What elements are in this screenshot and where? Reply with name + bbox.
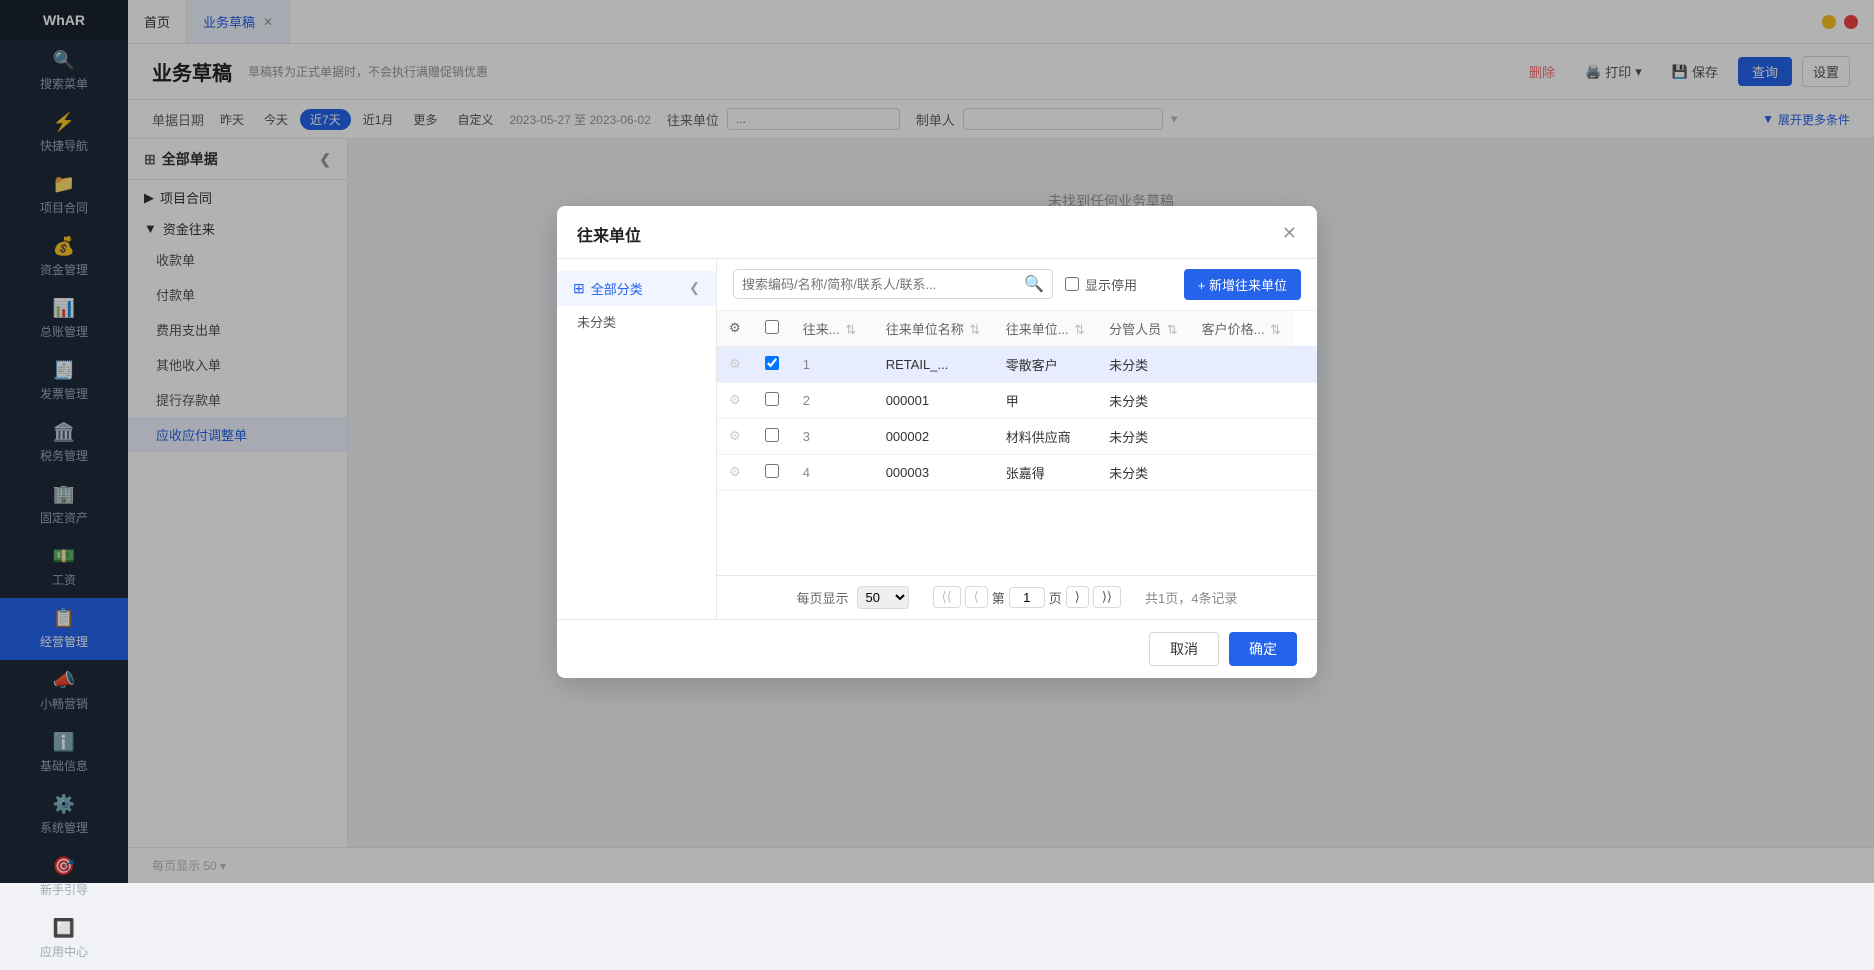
row-checkbox[interactable] <box>765 428 779 442</box>
search-icon: 🔍 <box>1024 274 1044 294</box>
row-price-cell <box>1293 418 1317 454</box>
confirm-button[interactable]: 确定 <box>1229 632 1297 666</box>
row-person-cell <box>1190 454 1293 490</box>
row-no-cell: 3 <box>791 418 874 454</box>
row-category-cell: 未分类 <box>1097 382 1190 418</box>
cancel-button[interactable]: 取消 <box>1149 632 1219 666</box>
row-name-cell: 零散客户 <box>994 346 1097 382</box>
row-check-cell[interactable] <box>753 382 791 418</box>
row-check-cell[interactable] <box>753 418 791 454</box>
row-category-cell: 未分类 <box>1097 454 1190 490</box>
table-row[interactable]: ⚙ 4 000003 张嘉得 未分类 <box>717 454 1317 490</box>
sort-icon-code: ⇅ <box>845 322 856 337</box>
page-suffix: 页 <box>1049 588 1062 607</box>
row-category-cell: 未分类 <box>1097 346 1190 382</box>
row-name-cell: 甲 <box>994 382 1097 418</box>
row-price-cell <box>1293 346 1317 382</box>
row-no-cell: 4 <box>791 454 874 490</box>
new-party-button[interactable]: + 新增往来单位 <box>1184 269 1301 300</box>
row-name-cell: 张嘉得 <box>994 454 1097 490</box>
table-row[interactable]: ⚙ 2 000001 甲 未分类 <box>717 382 1317 418</box>
row-gear-cell: ⚙ <box>717 346 753 382</box>
grid-tree-icon: ⊞ <box>573 280 585 297</box>
row-gear-cell: ⚙ <box>717 418 753 454</box>
row-gear-cell: ⚙ <box>717 454 753 490</box>
col-name-header[interactable]: 往来单位名称 ⇅ <box>874 311 994 347</box>
select-all-checkbox[interactable] <box>765 320 779 334</box>
col-price-header[interactable]: 客户价格... ⇅ <box>1190 311 1293 347</box>
row-person-cell <box>1190 346 1293 382</box>
dialog-search-box[interactable]: 🔍 <box>733 269 1053 299</box>
row-checkbox[interactable] <box>765 356 779 370</box>
table-row[interactable]: ⚙ 1 RETAIL_... 零散客户 未分类 <box>717 346 1317 382</box>
page-last-button[interactable]: ⟩⟩ <box>1093 586 1121 608</box>
row-person-cell <box>1190 382 1293 418</box>
dialog-close-button[interactable]: ✕ <box>1282 223 1297 244</box>
dialog-data-table: ⚙ 往来... ⇅ 往来单位名称 ⇅ <box>717 311 1317 575</box>
sort-icon-name: ⇅ <box>969 322 980 337</box>
dialog-title: 往来单位 <box>577 222 641 246</box>
dialog-tree: ⊞ 全部分类 ❮ 未分类 <box>557 259 717 619</box>
row-code-cell: 000002 <box>874 418 994 454</box>
dialog-overlay: 往来单位 ✕ ⊞ 全部分类 ❮ 未分类 <box>0 0 1874 883</box>
show-disabled-checkbox-group: 显示停用 <box>1065 275 1137 294</box>
page-first-button[interactable]: ⟨⟨ <box>933 586 961 608</box>
show-disabled-checkbox[interactable] <box>1065 277 1079 291</box>
dialog-body: ⊞ 全部分类 ❮ 未分类 🔍 显示停用 <box>557 259 1317 619</box>
row-gear-icon: ⚙ <box>729 356 741 371</box>
tree-collapse-icon[interactable]: ❮ <box>689 280 700 296</box>
row-code-cell: 000001 <box>874 382 994 418</box>
row-check-cell[interactable] <box>753 454 791 490</box>
page-size-label: 每页显示 <box>797 588 849 607</box>
table-row[interactable]: ⚙ 3 000002 材料供应商 未分类 <box>717 418 1317 454</box>
col-gear[interactable]: ⚙ <box>717 311 753 347</box>
page-label: 第 <box>992 588 1005 607</box>
gear-icon: ⚙ <box>729 320 741 335</box>
row-code-cell: 000003 <box>874 454 994 490</box>
sort-icon-person: ⇅ <box>1167 322 1178 337</box>
tree-unclassified-item[interactable]: 未分类 <box>557 306 716 337</box>
dialog-footer: 取消 确定 <box>557 619 1317 678</box>
appcenter-icon: 🔲 <box>53 918 75 939</box>
dialog-header: 往来单位 ✕ <box>557 206 1317 259</box>
row-category-cell: 未分类 <box>1097 418 1190 454</box>
party-dialog: 往来单位 ✕ ⊞ 全部分类 ❮ 未分类 <box>557 206 1317 678</box>
dialog-search-bar: 🔍 显示停用 + 新增往来单位 <box>717 259 1317 311</box>
dialog-pagination: 每页显示 50 100 ⟨⟨ ⟨ 第 页 ⟩ ⟩⟩ 共1页，4条记录 <box>717 575 1317 619</box>
row-code-cell: RETAIL_... <box>874 346 994 382</box>
row-checkbox[interactable] <box>765 464 779 478</box>
row-no-cell: 2 <box>791 382 874 418</box>
sort-icon-category: ⇅ <box>1074 322 1085 337</box>
page-nav: ⟨⟨ ⟨ 第 页 ⟩ ⟩⟩ <box>933 586 1122 608</box>
row-gear-icon: ⚙ <box>729 464 741 479</box>
col-code-header[interactable]: 往来... ⇅ <box>791 311 874 347</box>
page-size-select[interactable]: 50 100 <box>857 586 909 609</box>
sort-icon-price: ⇅ <box>1270 322 1281 337</box>
page-prev-button[interactable]: ⟨ <box>965 586 988 608</box>
row-price-cell <box>1293 382 1317 418</box>
row-price-cell <box>1293 454 1317 490</box>
page-number-input[interactable] <box>1009 587 1045 608</box>
row-person-cell <box>1190 418 1293 454</box>
col-check[interactable] <box>753 311 791 347</box>
page-next-button[interactable]: ⟩ <box>1066 586 1089 608</box>
row-no-cell: 1 <box>791 346 874 382</box>
dialog-search-input[interactable] <box>742 277 1018 292</box>
row-gear-icon: ⚙ <box>729 392 741 407</box>
dialog-table-content: 🔍 显示停用 + 新增往来单位 ⚙ <box>717 259 1317 619</box>
tree-all-item[interactable]: ⊞ 全部分类 ❮ <box>557 271 716 306</box>
total-info: 共1页，4条记录 <box>1145 588 1237 607</box>
table-header-row: ⚙ 往来... ⇅ 往来单位名称 ⇅ <box>717 311 1317 347</box>
row-gear-cell: ⚙ <box>717 382 753 418</box>
row-name-cell: 材料供应商 <box>994 418 1097 454</box>
row-check-cell[interactable] <box>753 346 791 382</box>
sidebar-item-appcenter[interactable]: 🔲 应用中心 <box>0 908 128 970</box>
row-gear-icon: ⚙ <box>729 428 741 443</box>
col-person-header[interactable]: 分管人员 ⇅ <box>1097 311 1190 347</box>
row-checkbox[interactable] <box>765 392 779 406</box>
col-category-header[interactable]: 往来单位... ⇅ <box>994 311 1097 347</box>
